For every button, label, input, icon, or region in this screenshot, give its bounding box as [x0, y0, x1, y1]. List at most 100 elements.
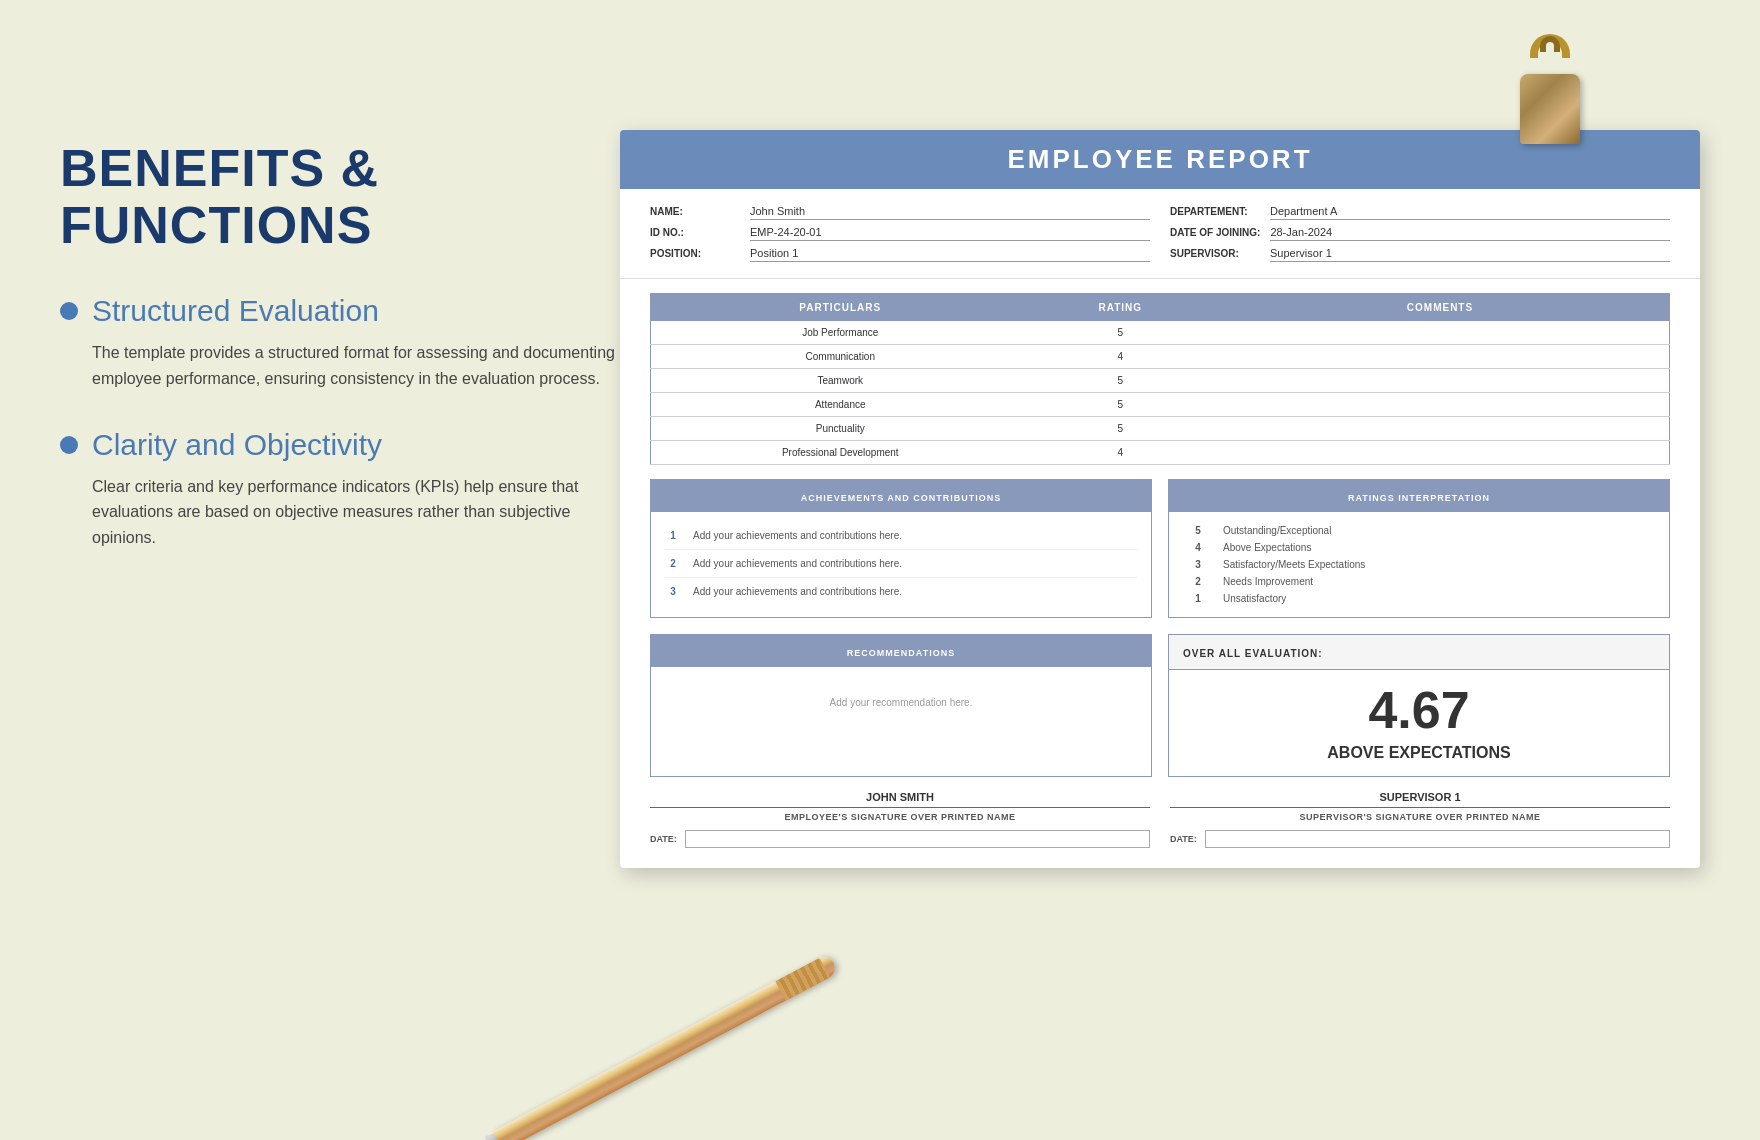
comment-cell	[1211, 441, 1670, 465]
rating-cell: 5	[1030, 393, 1211, 417]
left-panel: BENEFITS & FUNCTIONS Structured Evaluati…	[60, 140, 620, 586]
ratings-block: RATINGS INTERPRETATION 5Outstanding/Exce…	[1168, 479, 1670, 618]
employee-date-row: DATE:	[650, 830, 1150, 848]
benefit-title-2: Clarity and Objectivity	[92, 428, 382, 462]
info-dept-row: DEPARTEMENT: Department A	[1170, 205, 1670, 220]
achievements-header: ACHIEVEMENTS AND CONTRIBUTIONS	[651, 480, 1151, 512]
particular-cell: Attendance	[651, 393, 1030, 417]
pen-tip	[484, 1122, 521, 1140]
bullet-icon-2	[60, 436, 78, 454]
report-card: EMPLOYEE REPORT NAME: John Smith DEPARTE…	[620, 130, 1700, 868]
eval-header: OVER ALL EVALUATION:	[1169, 635, 1669, 670]
pen-decoration	[438, 873, 903, 1140]
info-supervisor-row: SUPERVISOR: Supervisor 1	[1170, 247, 1670, 262]
supervisor-date-row: DATE:	[1170, 830, 1670, 848]
comment-cell	[1211, 369, 1670, 393]
comment-cell	[1211, 345, 1670, 369]
ratings-label: Satisfactory/Meets Expectations	[1223, 559, 1655, 570]
ratings-label: Needs Improvement	[1223, 576, 1655, 587]
ratings-item: 2 Needs Improvement	[1183, 573, 1655, 590]
particular-cell: Communication	[651, 345, 1030, 369]
position-value: Position 1	[750, 247, 1150, 262]
table-row: Attendance5	[651, 393, 1670, 417]
name-value: John Smith	[750, 205, 1150, 220]
benefit-heading-2: Clarity and Objectivity	[60, 428, 620, 462]
benefit-title-1: Structured Evaluation	[92, 294, 379, 328]
achievement-num: 2	[665, 558, 681, 569]
employee-sig-block: JOHN SMITH EMPLOYEE'S SIGNATURE OVER PRI…	[650, 791, 1150, 848]
info-id-row: ID NO.: EMP-24-20-01	[650, 226, 1150, 241]
performance-table: PARTICULARS RATING COMMENTS Job Performa…	[650, 293, 1670, 465]
particular-cell: Punctuality	[651, 417, 1030, 441]
col-particulars: PARTICULARS	[651, 294, 1030, 322]
ratings-score: 1	[1183, 593, 1213, 604]
particular-cell: Teamwork	[651, 369, 1030, 393]
supervisor-sig-title: SUPERVISOR'S SIGNATURE OVER PRINTED NAME	[1170, 812, 1670, 822]
position-label: POSITION:	[650, 248, 740, 259]
achievement-item: 3 Add your achievements and contributions…	[665, 578, 1137, 605]
clip-inner	[1540, 36, 1560, 52]
ratings-score: 2	[1183, 576, 1213, 587]
achievement-item: 2 Add your achievements and contributions…	[665, 550, 1137, 578]
rating-cell: 5	[1030, 321, 1211, 345]
employee-sig-title: EMPLOYEE'S SIGNATURE OVER PRINTED NAME	[650, 812, 1150, 822]
achievement-text: Add your achievements and contributions …	[693, 586, 902, 597]
ratings-item: 1 Unsatisfactory	[1183, 590, 1655, 607]
particular-cell: Professional Development	[651, 441, 1030, 465]
table-row: Teamwork5	[651, 369, 1670, 393]
comment-cell	[1211, 417, 1670, 441]
doj-value: 28-Jan-2024	[1270, 226, 1670, 241]
recommendations-header: RECOMMENDATIONS	[651, 635, 1151, 667]
clip-arch	[1530, 34, 1570, 58]
ratings-label: Unsatisfactory	[1223, 593, 1655, 604]
table-row: Professional Development4	[651, 441, 1670, 465]
table-row: Job Performance5	[651, 321, 1670, 345]
benefit-heading-1: Structured Evaluation	[60, 294, 620, 328]
rating-cell: 5	[1030, 417, 1211, 441]
clip-body	[1520, 74, 1580, 144]
bottom-grid: ACHIEVEMENTS AND CONTRIBUTIONS 1 Add your…	[650, 479, 1670, 777]
supervisor-value: Supervisor 1	[1270, 247, 1670, 262]
employee-sig-name: JOHN SMITH	[650, 791, 1150, 808]
clipboard-clip	[1510, 50, 1590, 150]
eval-score: 4.67	[1169, 670, 1669, 744]
benefit-item-1: Structured Evaluation The template provi…	[60, 294, 620, 391]
recommendations-placeholder: Add your recommendation here.	[651, 667, 1151, 737]
doj-label: DATE OF JOINING:	[1170, 227, 1260, 238]
ratings-header-text: RATINGS INTERPRETATION	[1348, 493, 1490, 503]
table-row: Communication4	[651, 345, 1670, 369]
dept-value: Department A	[1270, 205, 1670, 220]
ratings-item: 4 Above Expectations	[1183, 539, 1655, 556]
col-comments: COMMENTS	[1211, 294, 1670, 322]
ratings-score: 4	[1183, 542, 1213, 553]
recommendations-block: RECOMMENDATIONS Add your recommendation …	[650, 634, 1152, 777]
comment-cell	[1211, 321, 1670, 345]
employee-info: NAME: John Smith DEPARTEMENT: Department…	[620, 189, 1700, 279]
supervisor-sig-name: SUPERVISOR 1	[1170, 791, 1670, 808]
employee-date-box	[685, 830, 1150, 848]
ratings-score: 3	[1183, 559, 1213, 570]
signature-section: JOHN SMITH EMPLOYEE'S SIGNATURE OVER PRI…	[650, 791, 1670, 848]
ratings-item: 5Outstanding/Exceptional	[1183, 522, 1655, 539]
benefit-item-2: Clarity and Objectivity Clear criteria a…	[60, 428, 620, 551]
info-position-row: POSITION: Position 1	[650, 247, 1150, 262]
ratings-label: Above Expectations	[1223, 542, 1655, 553]
dept-label: DEPARTEMENT:	[1170, 206, 1260, 217]
name-label: NAME:	[650, 206, 740, 217]
achievement-text: Add your achievements and contributions …	[693, 558, 902, 569]
achievement-num: 3	[665, 586, 681, 597]
comment-cell	[1211, 393, 1670, 417]
info-doj-row: DATE OF JOINING: 28-Jan-2024	[1170, 226, 1670, 241]
ratings-score: 5	[1183, 525, 1213, 536]
benefit-desc-2: Clear criteria and key performance indic…	[60, 474, 620, 551]
employee-date-label: DATE:	[650, 834, 677, 844]
id-label: ID NO.:	[650, 227, 740, 238]
achievement-text: Add your achievements and contributions …	[693, 530, 902, 541]
rating-cell: 5	[1030, 369, 1211, 393]
particular-cell: Job Performance	[651, 321, 1030, 345]
eval-header-text: OVER ALL EVALUATION:	[1183, 648, 1323, 659]
achievements-header-text: ACHIEVEMENTS AND CONTRIBUTIONS	[801, 493, 1002, 503]
recommendations-header-text: RECOMMENDATIONS	[847, 648, 955, 658]
supervisor-label: SUPERVISOR:	[1170, 248, 1260, 259]
id-value: EMP-24-20-01	[750, 226, 1150, 241]
